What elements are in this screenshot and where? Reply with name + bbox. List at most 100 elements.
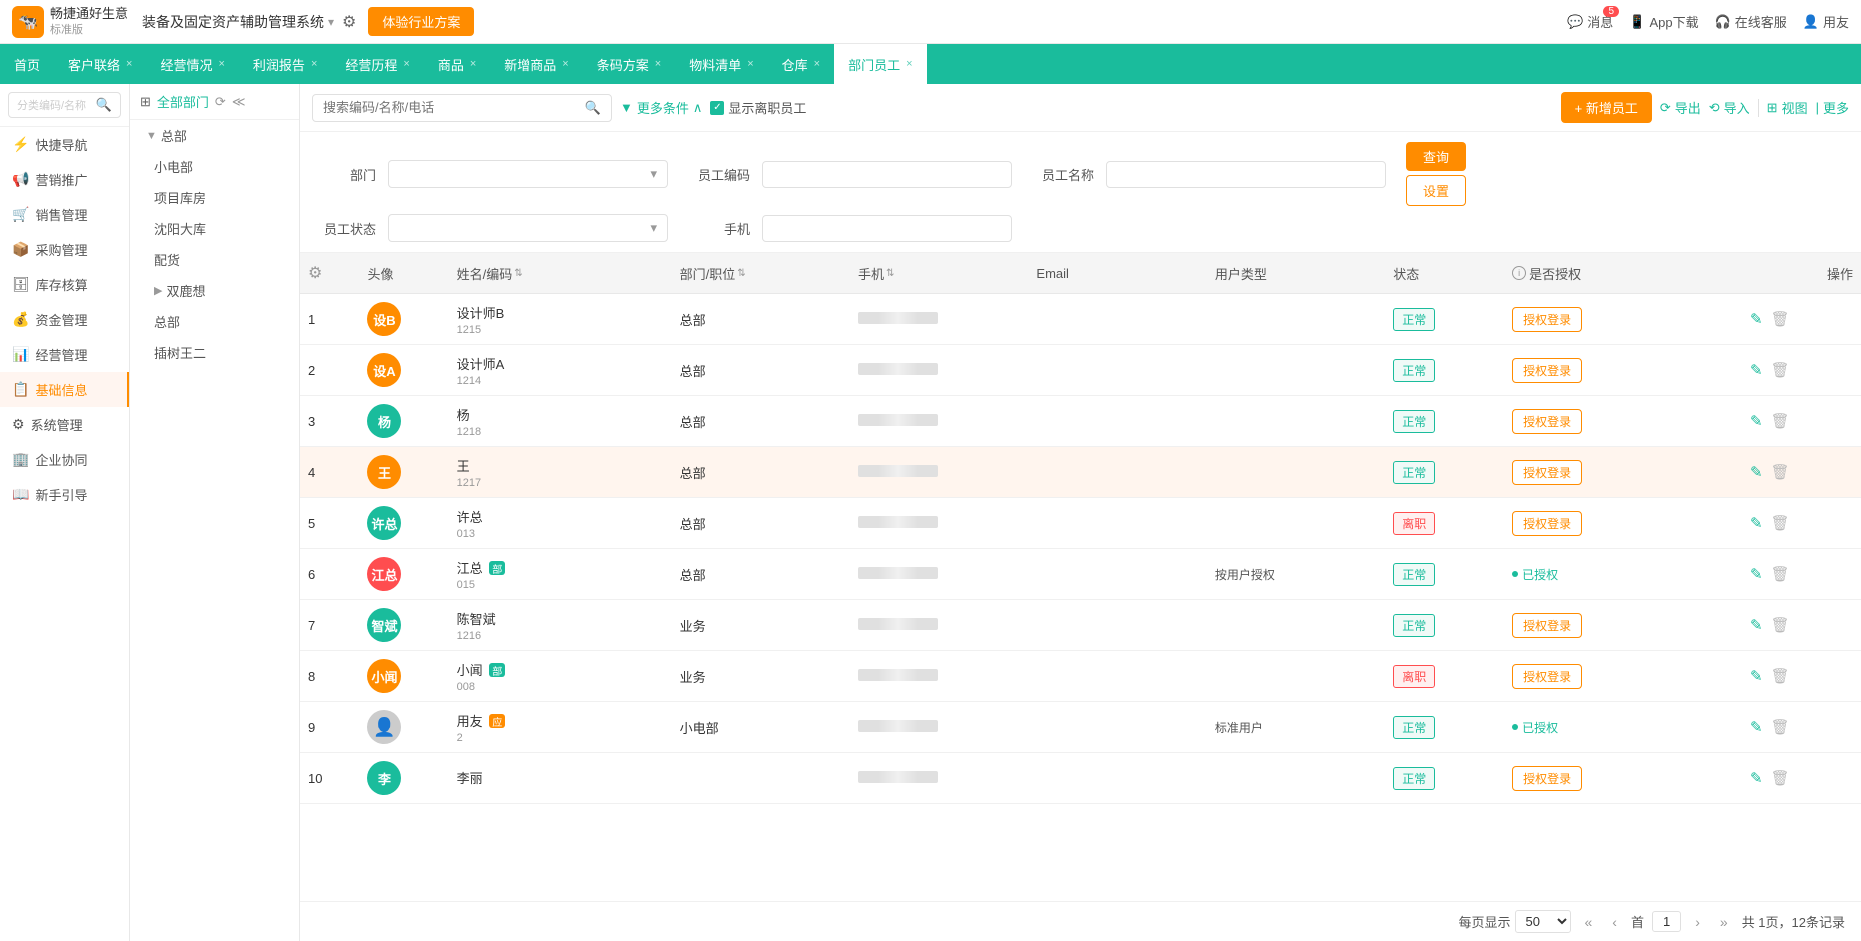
- sidebar-item-purchase[interactable]: 📦采购管理: [0, 232, 129, 267]
- message-button[interactable]: 💬 消息 5: [1567, 12, 1613, 31]
- app-download-button[interactable]: 📱 App下载: [1629, 12, 1698, 31]
- auth-button[interactable]: 授权登录: [1512, 664, 1582, 689]
- phone-input[interactable]: [762, 215, 1012, 242]
- nav-tab-经营历程[interactable]: 经营历程×: [331, 44, 423, 84]
- sort-phone-icon[interactable]: 手机 ⇅: [858, 264, 1020, 283]
- th-name-code[interactable]: 姓名/编码 ⇅: [449, 253, 672, 294]
- dept-tree-item-小电部[interactable]: 小电部: [130, 151, 299, 182]
- sidebar-item-guide[interactable]: 📖新手引导: [0, 477, 129, 512]
- import-button[interactable]: ⟲ 导入: [1709, 98, 1750, 117]
- nav-tab-客户联络[interactable]: 客户联络×: [54, 44, 146, 84]
- edit-icon[interactable]: ✎: [1750, 718, 1763, 736]
- dept-tree-item-总部[interactable]: ▼ 总部: [130, 120, 299, 151]
- edit-icon[interactable]: ✎: [1750, 463, 1763, 481]
- settings-col-icon[interactable]: ⚙: [308, 265, 322, 282]
- dept-tree-item-双鹿想[interactable]: ▶ 双鹿想: [130, 275, 299, 306]
- edit-icon[interactable]: ✎: [1750, 565, 1763, 583]
- emp-name-input[interactable]: [1106, 161, 1386, 188]
- auth-button[interactable]: 授权登录: [1512, 613, 1582, 638]
- sidebar-item-basic[interactable]: 📋基础信息: [0, 372, 129, 407]
- show-resigned-toggle[interactable]: ✓ 显示离职员工: [710, 98, 806, 117]
- th-phone[interactable]: 手机 ⇅: [850, 253, 1028, 294]
- sidebar-item-finance[interactable]: 💰资金管理: [0, 302, 129, 337]
- delete-icon[interactable]: 🗑: [1771, 463, 1790, 481]
- dropdown-arrow-icon[interactable]: ▾: [328, 15, 334, 29]
- sort-dept-icon[interactable]: 部门/职位 ⇅: [680, 264, 842, 283]
- export-button[interactable]: ⟳ 导出: [1660, 98, 1701, 117]
- edit-icon[interactable]: ✎: [1750, 514, 1763, 532]
- dept-refresh-icon[interactable]: ⟳: [215, 94, 226, 110]
- per-page-select[interactable]: 50 20 100: [1515, 910, 1571, 933]
- tab-close-icon[interactable]: ×: [747, 58, 753, 70]
- user-avatar[interactable]: 👤 用友: [1803, 12, 1849, 31]
- delete-icon[interactable]: 🗑: [1771, 769, 1790, 787]
- edit-icon[interactable]: ✎: [1750, 667, 1763, 685]
- delete-icon[interactable]: 🗑: [1771, 718, 1790, 736]
- nav-tab-条码方案[interactable]: 条码方案×: [583, 44, 675, 84]
- dept-select[interactable]: ▾: [388, 160, 668, 188]
- nav-tab-物料清单[interactable]: 物料清单×: [675, 44, 767, 84]
- add-employee-button[interactable]: + 新增员工: [1561, 92, 1652, 123]
- th-dept-pos[interactable]: 部门/职位 ⇅: [672, 253, 850, 294]
- tab-close-icon[interactable]: ×: [403, 58, 409, 70]
- delete-icon[interactable]: 🗑: [1771, 565, 1790, 583]
- first-page-button[interactable]: «: [1579, 912, 1599, 932]
- search-box[interactable]: 🔍: [312, 94, 612, 122]
- current-page-input[interactable]: 1: [1652, 911, 1681, 932]
- sidebar-item-quick-nav[interactable]: ⚡快捷导航: [0, 127, 129, 162]
- delete-icon[interactable]: 🗑: [1771, 667, 1790, 685]
- tab-close-icon[interactable]: ×: [470, 58, 476, 70]
- auth-button[interactable]: 授权登录: [1512, 409, 1582, 434]
- edit-icon[interactable]: ✎: [1750, 616, 1763, 634]
- sidebar-item-inventory[interactable]: 🗄库存核算: [0, 267, 129, 302]
- settings-icon[interactable]: ⚙: [342, 12, 356, 32]
- online-service-button[interactable]: 🎧 在线客服: [1715, 12, 1787, 31]
- edit-icon[interactable]: ✎: [1750, 361, 1763, 379]
- sidebar-item-operations[interactable]: 📊经营管理: [0, 337, 129, 372]
- emp-status-select[interactable]: ▾: [388, 214, 668, 242]
- sort-name-icon[interactable]: 姓名/编码 ⇅: [457, 264, 664, 283]
- tab-close-icon[interactable]: ×: [218, 58, 224, 70]
- dept-collapse-icon[interactable]: ≪: [232, 94, 246, 110]
- auth-button[interactable]: 授权登录: [1512, 307, 1582, 332]
- search-input[interactable]: [323, 100, 579, 115]
- set-button[interactable]: 设置: [1406, 175, 1466, 206]
- auth-button[interactable]: 授权登录: [1512, 511, 1582, 536]
- tab-close-icon[interactable]: ×: [814, 58, 820, 70]
- next-page-button[interactable]: ›: [1689, 912, 1706, 932]
- edit-icon[interactable]: ✎: [1750, 412, 1763, 430]
- tab-close-icon[interactable]: ×: [655, 58, 661, 70]
- dept-tree-item-插树王二[interactable]: 插树王二: [130, 337, 299, 368]
- delete-icon[interactable]: 🗑: [1771, 361, 1790, 379]
- delete-icon[interactable]: 🗑: [1771, 310, 1790, 328]
- prev-page-button[interactable]: ‹: [1606, 912, 1623, 932]
- dept-tree-item-沈阳大库[interactable]: 沈阳大库: [130, 213, 299, 244]
- auth-button[interactable]: 授权登录: [1512, 460, 1582, 485]
- nav-tab-利润报告[interactable]: 利润报告×: [239, 44, 331, 84]
- delete-icon[interactable]: 🗑: [1771, 514, 1790, 532]
- auth-button[interactable]: 授权登录: [1512, 358, 1582, 383]
- emp-code-input[interactable]: [762, 161, 1012, 188]
- more-button[interactable]: | 更多: [1816, 98, 1849, 117]
- sidebar-item-system[interactable]: ⚙系统管理: [0, 407, 129, 442]
- nav-tab-商品[interactable]: 商品×: [424, 44, 490, 84]
- delete-icon[interactable]: 🗑: [1771, 616, 1790, 634]
- nav-tab-仓库[interactable]: 仓库×: [768, 44, 834, 84]
- auth-button[interactable]: 授权登录: [1512, 766, 1582, 791]
- tab-close-icon[interactable]: ×: [311, 58, 317, 70]
- sidebar-search-input[interactable]: 分类编码/名称 🔍: [8, 92, 121, 118]
- tab-close-icon[interactable]: ×: [906, 58, 912, 70]
- nav-tab-新增商品[interactable]: 新增商品×: [490, 44, 582, 84]
- view-button[interactable]: ⊞ 视图: [1767, 98, 1808, 117]
- nav-tab-首页[interactable]: 首页: [0, 44, 54, 84]
- sidebar-item-marketing[interactable]: 📢营销推广: [0, 162, 129, 197]
- sidebar-item-sales[interactable]: 🛒销售管理: [0, 197, 129, 232]
- edit-icon[interactable]: ✎: [1750, 769, 1763, 787]
- dept-tree-item-配货[interactable]: 配货: [130, 244, 299, 275]
- dept-tree-item-总部[interactable]: 总部: [130, 306, 299, 337]
- query-button[interactable]: 查询: [1406, 142, 1466, 171]
- more-filter-button[interactable]: ▼ 更多条件 ∧: [620, 98, 702, 117]
- delete-icon[interactable]: 🗑: [1771, 412, 1790, 430]
- tab-close-icon[interactable]: ×: [126, 58, 132, 70]
- dept-tree-item-项目库房[interactable]: 项目库房: [130, 182, 299, 213]
